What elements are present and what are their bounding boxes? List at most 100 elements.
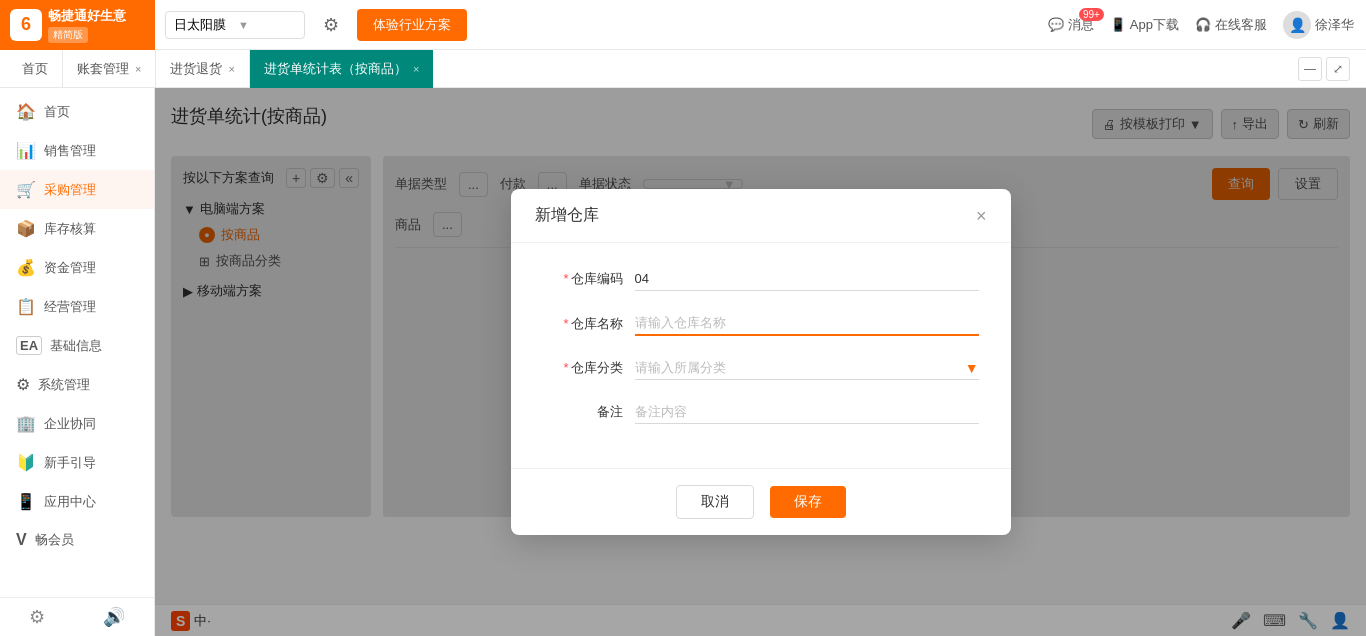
vip-icon: V xyxy=(16,531,27,549)
sidebar-item-home[interactable]: 🏠 首页 xyxy=(0,92,154,131)
sidebar-item-guide[interactable]: 🔰 新手引导 xyxy=(0,443,154,482)
modal-header: 新增仓库 × xyxy=(511,189,1011,243)
sidebar-item-inventory-label: 库存核算 xyxy=(44,220,96,238)
sidebar-item-finance[interactable]: 💰 资金管理 xyxy=(0,248,154,287)
logo-badge: 精简版 xyxy=(48,27,88,43)
header-right: 💬 消息 99+ 📱 App下载 🎧 在线客服 👤 徐泽华 xyxy=(1048,11,1354,39)
modal-close-btn[interactable]: × xyxy=(976,207,987,225)
messages-badge: 99+ xyxy=(1079,8,1104,21)
store-name: 日太阳膜 xyxy=(174,16,232,34)
save-button[interactable]: 保存 xyxy=(770,486,846,518)
tab-account[interactable]: 账套管理 × xyxy=(63,50,156,88)
settings-icon-btn[interactable]: ⚙ xyxy=(315,9,347,41)
tab-return-label: 进货退货 xyxy=(170,60,222,78)
modal-overlay: 新增仓库 × 仓库编码 仓库名称 仓库分类 xyxy=(155,88,1366,636)
sidebar-item-system-label: 系统管理 xyxy=(38,376,90,394)
sidebar-item-sales[interactable]: 📊 销售管理 xyxy=(0,131,154,170)
sidebar-item-enterprise[interactable]: 🏢 企业协同 xyxy=(0,404,154,443)
sidebar-item-basic-info[interactable]: EA 基础信息 xyxy=(0,326,154,365)
sidebar-item-operations-label: 经营管理 xyxy=(44,298,96,316)
category-input[interactable] xyxy=(635,356,979,380)
sidebar-item-purchase-label: 采购管理 xyxy=(44,181,96,199)
form-row-category: 仓库分类 ▼ xyxy=(543,356,979,380)
main-layout: 🏠 首页 📊 销售管理 🛒 采购管理 📦 库存核算 💰 资金管理 📋 经营管理 … xyxy=(0,88,1366,636)
store-dropdown-arrow: ▼ xyxy=(238,19,296,31)
modal-title: 新增仓库 xyxy=(535,205,599,226)
form-row-code: 仓库编码 xyxy=(543,267,979,291)
avatar: 👤 xyxy=(1283,11,1311,39)
sidebar-item-purchase[interactable]: 🛒 采购管理 xyxy=(0,170,154,209)
sidebar-item-vip-label: 畅会员 xyxy=(35,531,74,549)
tab-bar: 首页 账套管理 × 进货退货 × 进货单统计表（按商品） × — ⤢ xyxy=(0,50,1366,88)
code-label: 仓库编码 xyxy=(543,270,623,288)
code-input[interactable] xyxy=(635,267,979,291)
headset-icon: 🎧 xyxy=(1195,17,1211,32)
app-download-btn[interactable]: 📱 App下载 xyxy=(1110,16,1179,34)
form-row-note: 备注 xyxy=(543,400,979,424)
inventory-icon: 📦 xyxy=(16,219,36,238)
sidebar-item-sales-label: 销售管理 xyxy=(44,142,96,160)
messages-btn[interactable]: 💬 消息 99+ xyxy=(1048,16,1094,34)
form-row-name: 仓库名称 xyxy=(543,311,979,336)
sidebar-bottom-sound[interactable]: 🔊 xyxy=(103,606,125,628)
note-input[interactable] xyxy=(635,400,979,424)
new-warehouse-modal: 新增仓库 × 仓库编码 仓库名称 仓库分类 xyxy=(511,189,1011,535)
logo-area: 6 畅捷通好生意 精简版 xyxy=(0,0,155,50)
sidebar-item-apps-label: 应用中心 xyxy=(44,493,96,511)
basic-info-icon: EA xyxy=(16,336,42,355)
cancel-button[interactable]: 取消 xyxy=(676,485,754,519)
tab-home[interactable]: 首页 xyxy=(8,50,63,88)
sidebar-item-apps[interactable]: 📱 应用中心 xyxy=(0,482,154,521)
tab-stats-close[interactable]: × xyxy=(413,63,419,75)
tab-stats-label: 进货单统计表（按商品） xyxy=(264,60,407,78)
apps-icon: 📱 xyxy=(16,492,36,511)
username: 徐泽华 xyxy=(1315,16,1354,34)
tab-home-label: 首页 xyxy=(22,60,48,78)
sidebar-item-home-label: 首页 xyxy=(44,103,70,121)
system-icon: ⚙ xyxy=(16,375,30,394)
logo-text: 畅捷通好生意 xyxy=(48,7,126,25)
sidebar-item-system[interactable]: ⚙ 系统管理 xyxy=(0,365,154,404)
name-input[interactable] xyxy=(635,311,979,336)
top-header: 6 畅捷通好生意 精简版 日太阳膜 ▼ ⚙ 体验行业方案 💬 消息 99+ 📱 … xyxy=(0,0,1366,50)
purchase-icon: 🛒 xyxy=(16,180,36,199)
enterprise-icon: 🏢 xyxy=(16,414,36,433)
operations-icon: 📋 xyxy=(16,297,36,316)
content-area: 进货单统计(按商品) 🖨 按模板打印 ▼ ↑ 导出 ↻ xyxy=(155,88,1366,636)
tab-stats[interactable]: 进货单统计表（按商品） × xyxy=(250,50,433,88)
sidebar-item-basic-info-label: 基础信息 xyxy=(50,337,102,355)
finance-icon: 💰 xyxy=(16,258,36,277)
home-icon: 🏠 xyxy=(16,102,36,121)
tab-account-label: 账套管理 xyxy=(77,60,129,78)
sidebar-item-guide-label: 新手引导 xyxy=(44,454,96,472)
online-service-btn[interactable]: 🎧 在线客服 xyxy=(1195,16,1267,34)
sidebar-item-vip[interactable]: V 畅会员 xyxy=(0,521,154,559)
sidebar-item-inventory[interactable]: 📦 库存核算 xyxy=(0,209,154,248)
sidebar-item-finance-label: 资金管理 xyxy=(44,259,96,277)
guide-icon: 🔰 xyxy=(16,453,36,472)
sidebar-item-operations[interactable]: 📋 经营管理 xyxy=(0,287,154,326)
online-service-label: 在线客服 xyxy=(1215,16,1267,34)
sidebar: 🏠 首页 📊 销售管理 🛒 采购管理 📦 库存核算 💰 资金管理 📋 经营管理 … xyxy=(0,88,155,636)
user-profile-btn[interactable]: 👤 徐泽华 xyxy=(1283,11,1354,39)
category-select-wrapper: ▼ xyxy=(635,356,979,380)
tab-return[interactable]: 进货退货 × xyxy=(156,50,249,88)
tab-minimize-btn[interactable]: — xyxy=(1298,57,1322,81)
tab-controls: — ⤢ xyxy=(1290,57,1358,81)
gear-icon: ⚙ xyxy=(323,14,339,36)
tab-expand-btn[interactable]: ⤢ xyxy=(1326,57,1350,81)
message-icon: 💬 xyxy=(1048,17,1064,32)
sidebar-bottom-settings[interactable]: ⚙ xyxy=(29,606,45,628)
modal-body: 仓库编码 仓库名称 仓库分类 ▼ xyxy=(511,243,1011,468)
name-label: 仓库名称 xyxy=(543,315,623,333)
app-download-label: App下载 xyxy=(1130,16,1179,34)
trial-button[interactable]: 体验行业方案 xyxy=(357,9,467,41)
store-selector[interactable]: 日太阳膜 ▼ xyxy=(165,11,305,39)
phone-icon: 📱 xyxy=(1110,17,1126,32)
logo-icon: 6 xyxy=(10,9,42,41)
tab-account-close[interactable]: × xyxy=(135,63,141,75)
modal-footer: 取消 保存 xyxy=(511,468,1011,535)
category-label: 仓库分类 xyxy=(543,359,623,377)
tab-return-close[interactable]: × xyxy=(228,63,234,75)
sidebar-item-enterprise-label: 企业协同 xyxy=(44,415,96,433)
